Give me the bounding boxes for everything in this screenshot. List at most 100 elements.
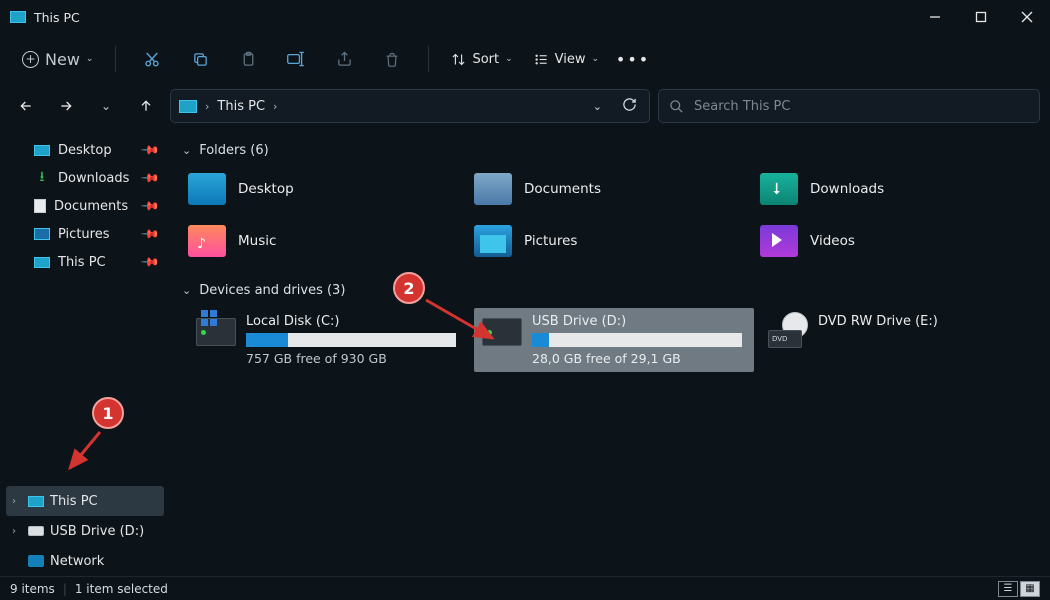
drive-usb-d[interactable]: USB Drive (D:) 28,0 GB free of 29,1 GB: [474, 308, 754, 372]
forward-button[interactable]: [50, 90, 82, 122]
sidebar-quick-pictures[interactable]: Pictures📌: [0, 220, 170, 248]
annotation-arrow-2: [418, 292, 508, 352]
sidebar-tree-thispc[interactable]: ›This PC: [6, 486, 164, 516]
view-icon: [533, 52, 549, 67]
view-mode-toggle: ☰ ▦: [998, 581, 1040, 597]
folder-desktop[interactable]: Desktop: [188, 168, 468, 210]
up-button[interactable]: [130, 90, 162, 122]
desktop-icon: [34, 145, 50, 156]
capacity-bar: [532, 333, 742, 347]
this-pc-icon: [10, 11, 26, 23]
view-label: View: [555, 52, 586, 67]
sort-button[interactable]: Sort ⌄: [443, 48, 520, 71]
toolbar: + New ⌄ Sort ⌄ View ⌄ •••: [0, 34, 1050, 84]
chevron-down-icon: ⌄: [182, 284, 191, 297]
breadcrumb-this-pc[interactable]: This PC: [217, 99, 265, 114]
sort-label: Sort: [472, 52, 499, 67]
details-view-button[interactable]: ☰: [998, 581, 1018, 597]
maximize-button[interactable]: [958, 0, 1004, 34]
share-button[interactable]: [322, 41, 366, 77]
separator: [115, 46, 116, 72]
search-placeholder: Search This PC: [694, 99, 790, 114]
annotation-bubble-2: 2: [393, 272, 425, 304]
breadcrumb-separator: ›: [205, 100, 209, 113]
minimize-button[interactable]: [912, 0, 958, 34]
delete-button[interactable]: [370, 41, 414, 77]
downloads-icon: ⭳: [34, 171, 50, 185]
sort-icon: [451, 52, 466, 67]
sidebar-tree-usb[interactable]: ›USB Drive (D:): [0, 516, 170, 546]
folder-icon: [760, 225, 798, 257]
documents-icon: [34, 199, 46, 213]
pin-icon: 📌: [140, 196, 160, 216]
status-item-count: 9 items: [10, 582, 55, 596]
drives-group-header[interactable]: ⌄Devices and drives (3): [182, 276, 1038, 304]
dvd-icon: DVD: [768, 316, 808, 348]
window-controls: [912, 0, 1050, 34]
this-pc-icon: [28, 496, 44, 507]
sidebar-quick-thispc[interactable]: This PC📌: [0, 248, 170, 276]
folder-videos[interactable]: Videos: [760, 220, 1040, 262]
tiles-view-button[interactable]: ▦: [1020, 581, 1040, 597]
network-icon: [28, 555, 44, 567]
folders-group-header[interactable]: ⌄Folders (6): [182, 136, 1038, 164]
new-label: New: [45, 50, 80, 69]
search-icon: [669, 99, 684, 114]
content-pane: ⌄Folders (6) Desktop Documents ⭣Download…: [170, 128, 1050, 576]
folder-icon: ⭣: [760, 173, 798, 205]
search-box[interactable]: Search This PC: [658, 89, 1040, 123]
view-button[interactable]: View ⌄: [525, 48, 607, 71]
close-button[interactable]: [1004, 0, 1050, 34]
rename-button[interactable]: [274, 41, 318, 77]
drives-grid: Local Disk (C:) 757 GB free of 930 GB US…: [188, 308, 1038, 372]
folder-downloads[interactable]: ⭣Downloads: [760, 168, 1040, 210]
annotation-bubble-1: 1: [92, 397, 124, 429]
status-bar: 9 items | 1 item selected ☰ ▦: [0, 576, 1050, 600]
pictures-icon: [34, 228, 50, 240]
cut-button[interactable]: [130, 41, 174, 77]
separator: [428, 46, 429, 72]
titlebar: This PC: [0, 0, 1050, 34]
sidebar-quick-desktop[interactable]: Desktop📌: [0, 136, 170, 164]
sidebar-quick-downloads[interactable]: ⭳Downloads📌: [0, 164, 170, 192]
folder-icon: [474, 225, 512, 257]
annotation-arrow-1: [60, 420, 120, 480]
folder-icon: ♪: [188, 225, 226, 257]
this-pc-icon: [34, 257, 50, 268]
body: Desktop📌 ⭳Downloads📌 Documents📌 Pictures…: [0, 128, 1050, 576]
sidebar: Desktop📌 ⭳Downloads📌 Documents📌 Pictures…: [0, 128, 170, 576]
sidebar-quick-documents[interactable]: Documents📌: [0, 192, 170, 220]
new-button[interactable]: + New ⌄: [14, 46, 101, 73]
copy-button[interactable]: [178, 41, 222, 77]
pin-icon: 📌: [140, 224, 160, 244]
more-button[interactable]: •••: [611, 41, 655, 77]
pin-icon: 📌: [140, 252, 160, 272]
drive-icon: [196, 318, 236, 346]
pin-icon: 📌: [140, 140, 160, 160]
folder-music[interactable]: ♪Music: [188, 220, 468, 262]
chevron-down-icon: ⌄: [505, 54, 513, 64]
folder-documents[interactable]: Documents: [474, 168, 754, 210]
pin-icon: 📌: [140, 168, 160, 188]
address-dropdown[interactable]: ⌄: [587, 96, 608, 117]
expand-icon[interactable]: ›: [12, 496, 22, 507]
recent-dropdown[interactable]: ⌄: [90, 90, 122, 122]
chevron-down-icon: ⌄: [86, 54, 94, 64]
back-button[interactable]: [10, 90, 42, 122]
drive-dvd-e[interactable]: DVD DVD RW Drive (E:): [760, 308, 1040, 372]
folder-icon: [474, 173, 512, 205]
refresh-button[interactable]: [616, 93, 643, 120]
folder-icon: [188, 173, 226, 205]
file-explorer-window: { "title": "This PC", "toolbar": { "new_…: [0, 0, 1050, 600]
folder-pictures[interactable]: Pictures: [474, 220, 754, 262]
expand-icon[interactable]: ›: [12, 526, 22, 537]
breadcrumb-separator: ›: [273, 100, 277, 113]
usb-icon: [28, 526, 44, 536]
nav-row: ⌄ › This PC › ⌄ Search This PC: [0, 84, 1050, 128]
folders-grid: Desktop Documents ⭣Downloads ♪Music Pict…: [188, 168, 1038, 262]
chevron-down-icon: ⌄: [182, 144, 191, 157]
address-bar[interactable]: › This PC › ⌄: [170, 89, 650, 123]
sidebar-tree-network[interactable]: ›Network: [0, 546, 170, 576]
paste-button[interactable]: [226, 41, 270, 77]
chevron-down-icon: ⌄: [592, 54, 600, 64]
